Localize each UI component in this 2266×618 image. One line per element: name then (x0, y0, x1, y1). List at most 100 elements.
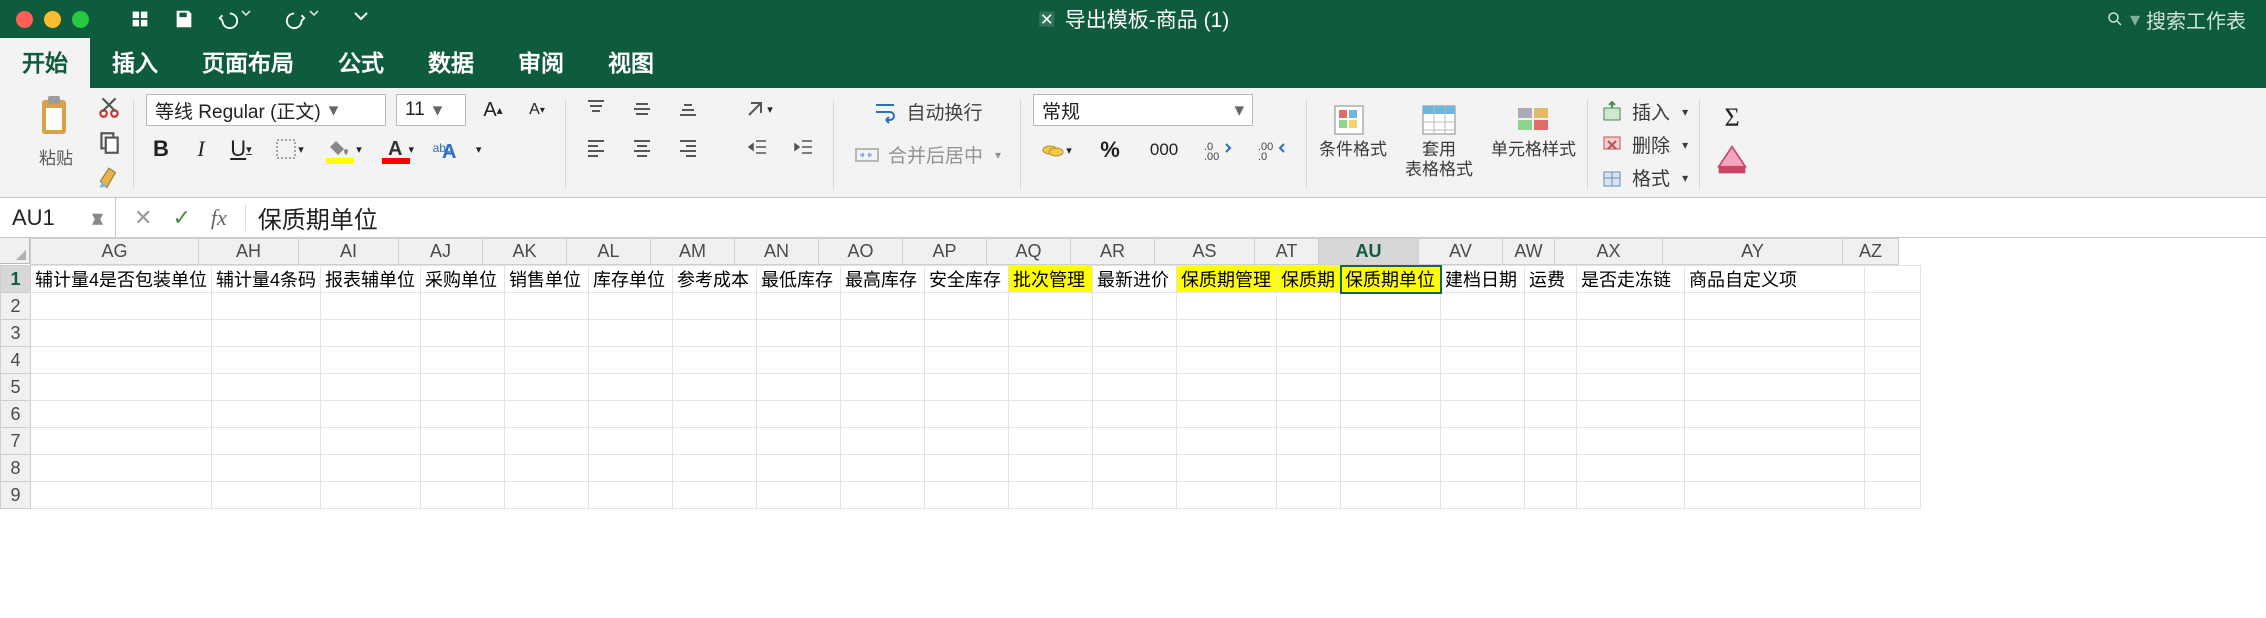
cell[interactable] (212, 347, 321, 374)
cell[interactable]: 最高库存 (841, 266, 925, 293)
close-window-button[interactable] (16, 11, 33, 28)
cell[interactable] (1525, 320, 1577, 347)
row-header[interactable]: 8 (1, 455, 31, 482)
cell[interactable] (1577, 401, 1685, 428)
tab-page-layout[interactable]: 页面布局 (180, 34, 316, 88)
cell[interactable] (1685, 482, 1865, 509)
italic-button[interactable]: I (186, 134, 216, 164)
cell[interactable] (589, 401, 673, 428)
column-header[interactable]: AL (567, 239, 651, 265)
column-header[interactable]: AG (31, 239, 199, 265)
cell[interactable] (589, 293, 673, 320)
cell[interactable] (31, 347, 212, 374)
cell[interactable] (673, 428, 757, 455)
cell[interactable] (1865, 401, 1921, 428)
cell[interactable] (841, 482, 925, 509)
cell[interactable] (1009, 293, 1093, 320)
undo-button[interactable] (217, 8, 263, 30)
cell[interactable] (757, 320, 841, 347)
home-icon[interactable] (129, 8, 151, 30)
cell[interactable] (321, 293, 421, 320)
cell[interactable]: 报表辅单位 (321, 266, 421, 293)
fill-color-button[interactable]: ▾ (322, 134, 368, 164)
cell[interactable] (925, 320, 1009, 347)
cell[interactable] (1093, 374, 1177, 401)
cell[interactable] (1341, 428, 1441, 455)
cell[interactable] (212, 428, 321, 455)
cell[interactable] (1441, 347, 1525, 374)
cell[interactable] (841, 455, 925, 482)
tab-formulas[interactable]: 公式 (316, 34, 406, 88)
cell[interactable] (1441, 455, 1525, 482)
cell[interactable]: 保质期 (1277, 266, 1341, 293)
cell[interactable]: 库存单位 (589, 266, 673, 293)
cell[interactable] (1685, 401, 1865, 428)
cell[interactable] (925, 455, 1009, 482)
cell[interactable] (321, 401, 421, 428)
cell[interactable] (421, 401, 505, 428)
cell[interactable] (1341, 374, 1441, 401)
cell[interactable] (925, 374, 1009, 401)
cell[interactable] (925, 347, 1009, 374)
decrease-indent-button[interactable] (740, 132, 776, 162)
column-header[interactable]: AK (483, 239, 567, 265)
align-top-button[interactable] (578, 94, 614, 124)
cell[interactable] (1277, 347, 1341, 374)
cell[interactable] (1441, 401, 1525, 428)
cell[interactable] (1441, 293, 1525, 320)
cell[interactable] (1441, 320, 1525, 347)
column-header[interactable]: AN (735, 239, 819, 265)
column-header[interactable]: AV (1419, 239, 1503, 265)
format-painter-button[interactable] (96, 166, 122, 192)
cell[interactable] (673, 320, 757, 347)
column-header[interactable]: AS (1155, 239, 1255, 265)
cell[interactable]: 运费 (1525, 266, 1577, 293)
cell[interactable] (1093, 293, 1177, 320)
column-header[interactable]: AO (819, 239, 903, 265)
cell[interactable] (1177, 428, 1277, 455)
save-icon[interactable] (173, 8, 195, 30)
increase-font-button[interactable]: A▴ (476, 94, 510, 126)
column-header[interactable]: AT (1255, 239, 1319, 265)
align-left-button[interactable] (578, 132, 614, 162)
cell[interactable] (1277, 293, 1341, 320)
cell[interactable] (1177, 374, 1277, 401)
cell[interactable] (421, 455, 505, 482)
cell[interactable] (321, 428, 421, 455)
cell[interactable] (1525, 428, 1577, 455)
cell[interactable] (1277, 374, 1341, 401)
cell[interactable] (321, 320, 421, 347)
cell[interactable] (1093, 401, 1177, 428)
spreadsheet-grid[interactable]: AGAHAIAJAKALAMANAOAPAQARASATAUAVAWAXAYAZ… (0, 238, 2266, 509)
cut-button[interactable] (96, 94, 122, 120)
font-size-combo[interactable]: 11▾ (396, 94, 466, 126)
cell[interactable] (589, 455, 673, 482)
cell[interactable] (212, 401, 321, 428)
row-header[interactable]: 2 (1, 293, 31, 320)
cell[interactable] (505, 428, 589, 455)
cell[interactable] (1009, 428, 1093, 455)
cell[interactable] (505, 347, 589, 374)
cell[interactable] (1525, 401, 1577, 428)
column-header[interactable]: AW (1503, 239, 1555, 265)
percent-button[interactable]: % (1087, 134, 1133, 166)
align-center-button[interactable] (624, 132, 660, 162)
cell[interactable] (1865, 482, 1921, 509)
cell[interactable] (505, 482, 589, 509)
font-color-button[interactable]: A▾ (378, 134, 424, 164)
font-name-combo[interactable]: 等线 Regular (正文)▾ (146, 94, 386, 126)
cell[interactable]: 最新进价 (1093, 266, 1177, 293)
cell[interactable]: 商品自定义项 (1685, 266, 1865, 293)
comma-style-button[interactable]: 000 (1141, 134, 1187, 166)
row-header[interactable]: 4 (1, 347, 31, 374)
cell[interactable] (1577, 293, 1685, 320)
phonetic-guide-button[interactable]: abcA▾ (434, 134, 480, 164)
format-as-table-button[interactable]: 套用 表格格式 (1405, 100, 1473, 179)
cell[interactable] (1685, 347, 1865, 374)
cancel-formula-button[interactable]: ✕ (134, 205, 152, 231)
decrease-font-button[interactable]: A▾ (520, 94, 554, 126)
cell[interactable] (1685, 293, 1865, 320)
cell[interactable]: 辅计量4是否包装单位 (31, 266, 212, 293)
cell[interactable] (1341, 347, 1441, 374)
number-format-combo[interactable]: 常规▾ (1033, 94, 1253, 126)
